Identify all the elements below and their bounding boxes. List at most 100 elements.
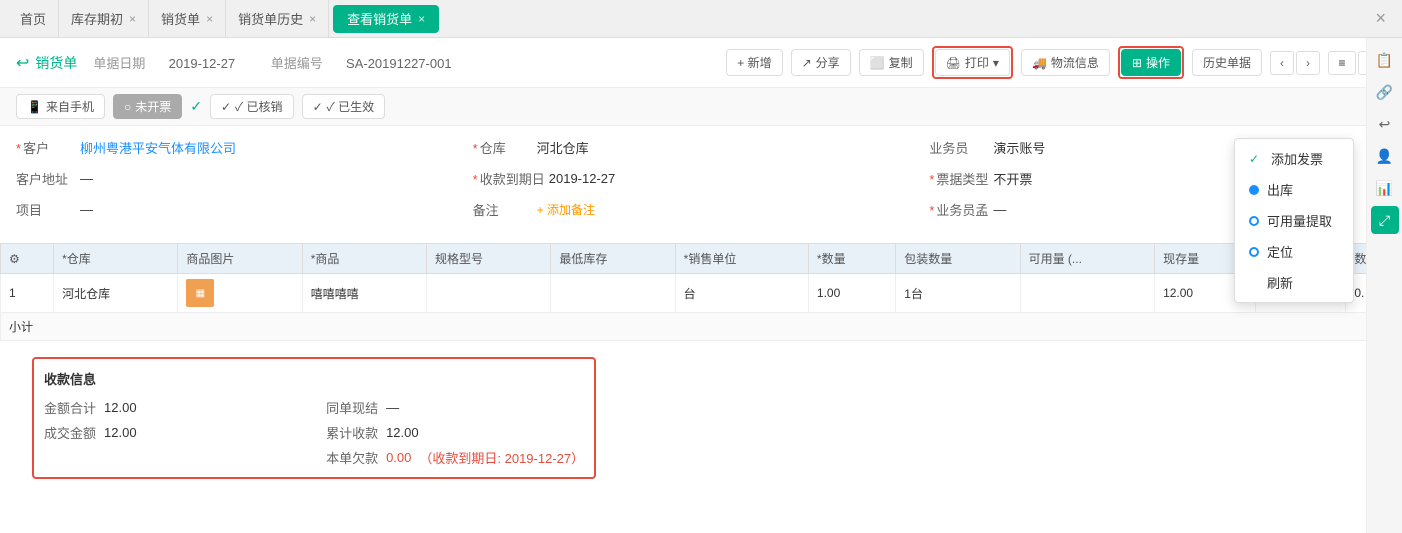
sidebar-icon-clipboard[interactable]: 📋 xyxy=(1371,46,1399,74)
note-field: 备注 + 添加备注 xyxy=(473,200,930,219)
tab-view-sales[interactable]: 查看销货单 × xyxy=(333,5,439,33)
print-dropdown-icon: ▾ xyxy=(993,56,999,70)
warehouse-value: 河北仓库 xyxy=(537,138,589,157)
tab-sales-history-close[interactable]: × xyxy=(309,12,316,26)
available-qty-label: 可用量提取 xyxy=(1267,211,1332,230)
share-icon: ↗ xyxy=(802,56,812,70)
phone-icon: 📱 xyxy=(27,100,42,114)
staff2-value: — xyxy=(993,202,1006,217)
tab-sales-order-close[interactable]: × xyxy=(206,12,213,26)
dropdown-warehouse-out[interactable]: 出库 xyxy=(1235,174,1353,205)
dropdown-locate[interactable]: 定位 xyxy=(1235,236,1353,267)
tab-home[interactable]: 首页 xyxy=(8,0,59,38)
col-available: 可用量 (... xyxy=(1020,244,1155,274)
sidebar-icon-chart[interactable]: 📊 xyxy=(1371,174,1399,202)
check-cancel-icon: ✓ xyxy=(221,100,231,114)
tab-sales-history[interactable]: 销货单历史 × xyxy=(226,0,329,38)
col-product: *商品 xyxy=(302,244,426,274)
payment-wrapper: 收款信息 金额合计 12.00 同单现结 — 成交金额 12.00 累计收款 1… xyxy=(0,341,1402,495)
col-product-img: 商品图片 xyxy=(178,244,302,274)
share-button[interactable]: ↗ 分享 xyxy=(791,49,851,76)
add-invoice-label: 添加发票 xyxy=(1271,149,1323,168)
view-list-button[interactable]: ≡ xyxy=(1328,51,1356,75)
col-qty: *数量 xyxy=(808,244,895,274)
dropdown-refresh[interactable]: 刷新 xyxy=(1235,267,1353,298)
tab-home-label: 首页 xyxy=(20,9,46,28)
new-button[interactable]: + 新增 xyxy=(726,49,782,76)
doc-meta: 单据日期 2019-12-27 单据编号 SA-20191227-001 xyxy=(93,53,483,72)
col-min-stock: 最低库存 xyxy=(551,244,675,274)
same-order-value: — xyxy=(386,400,399,415)
transaction-row: 成交金额 12.00 xyxy=(44,423,302,442)
effect-status-button[interactable]: ✓ ✓ 已生效 xyxy=(302,94,386,119)
check-mark-icon: ✓ xyxy=(1249,152,1263,166)
nav-next[interactable]: › xyxy=(1296,51,1320,75)
operate-button[interactable]: ⊞ 操作 xyxy=(1121,49,1181,76)
col-settings[interactable]: ⚙ xyxy=(1,244,54,274)
cell-qty: 1.00 xyxy=(808,274,895,313)
from-phone-button[interactable]: 📱 来自手机 xyxy=(16,94,105,119)
col-spec: 规格型号 xyxy=(427,244,551,274)
cumulative-value: 12.00 xyxy=(386,425,419,440)
form-row-3: 项目 — 备注 + 添加备注 业务员孟 — xyxy=(16,200,1386,219)
copy-button[interactable]: ⬜ 复制 xyxy=(859,49,924,76)
logistics-icon: 🚚 xyxy=(1032,56,1047,70)
sidebar-icon-user[interactable]: 👤 xyxy=(1371,142,1399,170)
tab-inventory-init-label: 库存期初 xyxy=(71,9,123,28)
doc-no-label: 单据编号 SA-20191227-001 xyxy=(271,56,468,71)
tab-inventory-init-close[interactable]: × xyxy=(129,12,136,26)
dropdown-available-qty[interactable]: 可用量提取 xyxy=(1235,205,1353,236)
subtotal-row: 小计 xyxy=(1,313,1402,341)
cell-warehouse: 河北仓库 xyxy=(54,274,178,313)
amount-label: 金额合计 xyxy=(44,398,96,417)
sidebar-icon-expand[interactable]: ⤢ xyxy=(1371,206,1399,234)
address-label: 客户地址 xyxy=(16,169,76,188)
history-button[interactable]: 历史单据 xyxy=(1192,49,1262,76)
due-note: （收款到期日: 2019-12-27） xyxy=(419,448,584,467)
form-row-1: 客户 柳州粤港平安气体有限公司 仓库 河北仓库 业务员 演示账号 xyxy=(16,138,1386,157)
dropdown-menu: ✓ 添加发票 出库 可用量提取 定位 刷新 xyxy=(1234,138,1354,303)
print-button[interactable]: 🖨 打印 ▾ xyxy=(935,49,1010,76)
table-header-row: ⚙ *仓库 商品图片 *商品 规格型号 最低库存 *销售单位 *数量 包装数量 … xyxy=(1,244,1402,274)
cancel-status-button[interactable]: ✓ ✓ 已核销 xyxy=(210,94,294,119)
tab-sales-order[interactable]: 销货单 × xyxy=(149,0,226,38)
sub-action-bar: 📱 来自手机 ○ 未开票 ✓ ✓ ✓ 已核销 ✓ ✓ 已生效 xyxy=(0,88,1402,126)
due-row: 本单欠款 0.00 （收款到期日: 2019-12-27） xyxy=(326,448,584,467)
form-section: 客户 柳州粤港平安气体有限公司 仓库 河北仓库 业务员 演示账号 客户地址 — … xyxy=(0,126,1402,243)
sidebar-icon-return[interactable]: ↩ xyxy=(1371,110,1399,138)
dot-blue-icon xyxy=(1249,185,1259,195)
address-field: 客户地址 — xyxy=(16,169,473,188)
print-icon: 🖨 xyxy=(946,56,961,70)
tab-sales-order-label: 销货单 xyxy=(161,9,200,28)
operate-highlight-box: ⊞ 操作 xyxy=(1118,46,1184,79)
window-close-button[interactable]: × xyxy=(1367,8,1394,29)
table-container: ⚙ *仓库 商品图片 *商品 规格型号 最低库存 *销售单位 *数量 包装数量 … xyxy=(0,243,1402,341)
nav-prev[interactable]: ‹ xyxy=(1270,51,1294,75)
main-container: ↩ 销货单 单据日期 2019-12-27 单据编号 SA-20191227-0… xyxy=(0,38,1402,533)
amount-row: 金额合计 12.00 xyxy=(44,398,302,417)
amount-value: 12.00 xyxy=(104,400,137,415)
operate-grid-icon: ⊞ xyxy=(1132,56,1142,70)
due-date-field: 收款到期日 2019-12-27 xyxy=(473,169,930,188)
staff2-label: 业务员孟 xyxy=(929,200,989,219)
nav-arrows: ‹ › xyxy=(1270,51,1320,75)
check-effect-icon: ✓ xyxy=(313,100,323,114)
project-label: 项目 xyxy=(16,200,76,219)
same-order-row: 同单现结 — xyxy=(326,398,584,417)
col-pack-qty: 包装数量 xyxy=(896,244,1020,274)
not-open-button[interactable]: ○ 未开票 xyxy=(113,94,182,119)
tab-view-sales-close[interactable]: × xyxy=(418,12,425,26)
spacer xyxy=(44,448,302,467)
address-value: — xyxy=(80,171,93,186)
project-value: — xyxy=(80,202,93,217)
right-sidebar: 📋 🔗 ↩ 👤 📊 ⤢ xyxy=(1366,38,1402,533)
sidebar-icon-link[interactable]: 🔗 xyxy=(1371,78,1399,106)
customer-value[interactable]: 柳州粤港平安气体有限公司 xyxy=(80,138,236,157)
ticket-value: 不开票 xyxy=(993,169,1032,188)
locate-label: 定位 xyxy=(1267,242,1293,261)
dropdown-add-invoice[interactable]: ✓ 添加发票 xyxy=(1235,143,1353,174)
logistics-button[interactable]: 🚚 物流信息 xyxy=(1021,49,1110,76)
transaction-label: 成交金额 xyxy=(44,423,96,442)
tab-inventory-init[interactable]: 库存期初 × xyxy=(59,0,149,38)
add-note-button[interactable]: + 添加备注 xyxy=(537,201,595,218)
